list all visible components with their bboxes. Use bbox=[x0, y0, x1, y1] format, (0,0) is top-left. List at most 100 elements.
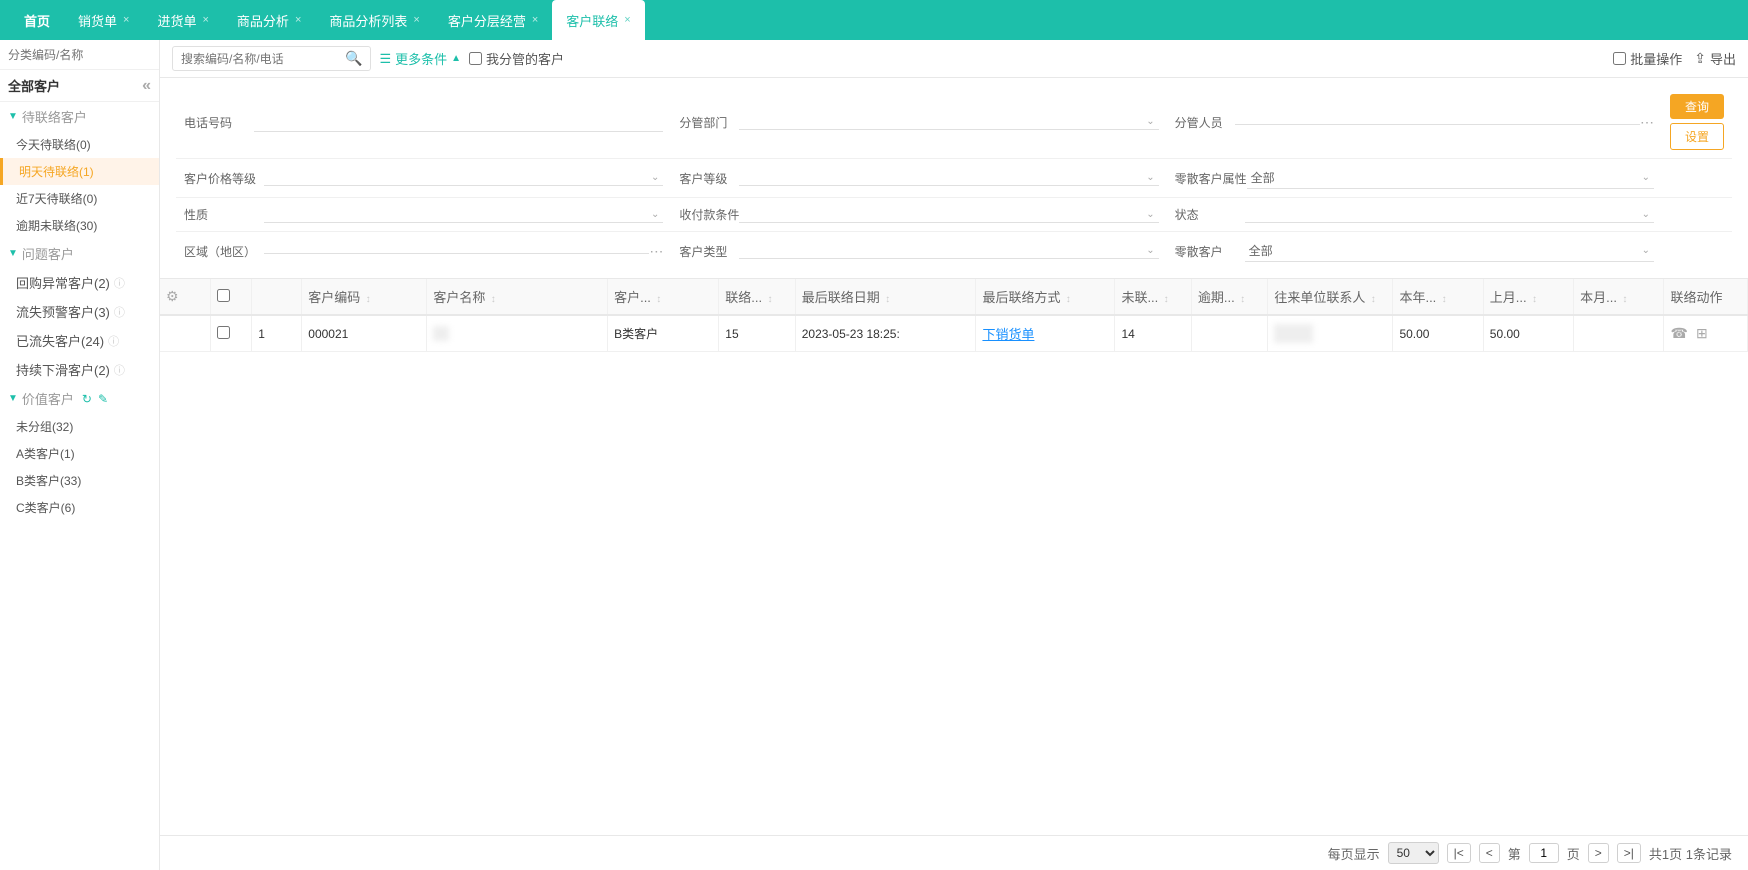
sidebar-item-declining[interactable]: 持续下滑客户(2) ⓘ bbox=[0, 355, 159, 384]
col-last-date-label: 最后联络日期 bbox=[802, 290, 880, 305]
filter-input-manager[interactable] bbox=[1235, 120, 1640, 125]
col-last-way-sort-icon[interactable]: ↕ bbox=[1066, 294, 1071, 305]
help-icon-0[interactable]: ⓘ bbox=[114, 275, 125, 291]
filter-select-status[interactable]: ⌄ bbox=[1245, 207, 1654, 223]
export-btn[interactable]: ⇪ 导出 bbox=[1694, 49, 1736, 68]
nav-tab-5[interactable]: 客户联络 × bbox=[552, 0, 644, 40]
sidebar-item-tomorrow[interactable]: 明天待联络(1) bbox=[0, 158, 159, 185]
filter-select-cust-type[interactable]: ⌄ bbox=[739, 243, 1158, 259]
page-num-input[interactable] bbox=[1529, 843, 1559, 863]
sidebar-search-input[interactable] bbox=[8, 48, 160, 62]
value-edit-icon[interactable]: ✎ bbox=[98, 392, 108, 406]
value-refresh-icon[interactable]: ↻ bbox=[82, 392, 92, 406]
nav-tab-4[interactable]: 客户分层经营 × bbox=[434, 0, 552, 40]
prev-page-btn[interactable]: < bbox=[1479, 843, 1500, 863]
col-lastmonth-sort-icon[interactable]: ↕ bbox=[1532, 294, 1537, 305]
col-code-sort-icon[interactable]: ↕ bbox=[366, 294, 371, 305]
nav-tab-0-close[interactable]: × bbox=[123, 14, 129, 26]
col-thismonth-sort-icon[interactable]: ↕ bbox=[1622, 294, 1627, 305]
sidebar-all-customers[interactable]: 全部客户 « bbox=[0, 70, 159, 102]
nav-home[interactable]: 首页 bbox=[10, 0, 64, 40]
nav-tab-4-close[interactable]: × bbox=[532, 14, 538, 26]
filter-select-cust-level[interactable]: ⌄ bbox=[739, 170, 1158, 186]
filter-select-price-level[interactable]: ⌄ bbox=[264, 170, 663, 186]
col-overdue: 逾期... ↕ bbox=[1191, 279, 1267, 315]
my-customers-checkbox[interactable] bbox=[469, 52, 482, 65]
my-customers-check[interactable]: 我分管的客户 bbox=[469, 49, 564, 68]
row-name[interactable]: Ea bbox=[427, 315, 608, 352]
col-year-sort-icon[interactable]: ↕ bbox=[1371, 294, 1376, 305]
sidebar-collapse-icon[interactable]: « bbox=[142, 77, 151, 95]
filter-cell-dept: 分管部门 ⌄ bbox=[671, 110, 1166, 135]
col-type-sort-icon[interactable]: ↕ bbox=[656, 294, 661, 305]
search-input[interactable] bbox=[181, 52, 341, 66]
select-all-checkbox[interactable] bbox=[217, 289, 230, 302]
help-icon-3[interactable]: ⓘ bbox=[114, 362, 125, 378]
row-check-cell bbox=[210, 315, 252, 352]
table-container[interactable]: ⚙ 客户编码 ↕ 客户名称 ↕ bbox=[160, 279, 1748, 835]
triangle-icon: ▼ bbox=[8, 111, 18, 122]
search-submit-icon[interactable]: 🔍 bbox=[345, 50, 362, 67]
filter-select-nature[interactable]: ⌄ bbox=[264, 207, 663, 223]
sidebar-item-warning[interactable]: 流失预警客户(3) ⓘ bbox=[0, 297, 159, 326]
filter-input-phone[interactable] bbox=[254, 113, 663, 132]
sidebar-item-today[interactable]: 今天待联络(0) bbox=[0, 131, 159, 158]
filter-input-region[interactable] bbox=[264, 249, 649, 254]
col-uncontact-sort-icon[interactable]: ↕ bbox=[1164, 294, 1169, 305]
action-phone-icon[interactable]: ☎ bbox=[1670, 325, 1687, 342]
help-icon-1[interactable]: ⓘ bbox=[114, 304, 125, 320]
nav-tab-3-close[interactable]: × bbox=[413, 14, 419, 26]
filter-inline-label-retail: 全部 bbox=[1251, 169, 1275, 186]
last-page-btn[interactable]: >| bbox=[1617, 843, 1641, 863]
page-label: 第 bbox=[1508, 844, 1521, 863]
col-thisyear-sort-icon[interactable]: ↕ bbox=[1442, 294, 1447, 305]
sidebar-item-7days[interactable]: 近7天待联络(0) bbox=[0, 185, 159, 212]
nav-tab-2-label: 商品分析 bbox=[237, 11, 289, 30]
nav-tab-3[interactable]: 商品分析列表 × bbox=[315, 0, 433, 40]
filter-dots-manager[interactable]: ⋯ bbox=[1640, 114, 1654, 131]
sidebar-item-lost[interactable]: 已流失客户(24) ⓘ bbox=[0, 326, 159, 355]
sidebar-item-overdue[interactable]: 逾期未联络(30) bbox=[0, 212, 159, 239]
row-last-way[interactable]: 下销货单 bbox=[976, 315, 1115, 352]
nav-tab-1[interactable]: 进货单 × bbox=[143, 0, 222, 40]
sidebar-item-ctype[interactable]: C类客户(6) bbox=[0, 494, 159, 521]
col-overdue-sort-icon[interactable]: ↕ bbox=[1240, 294, 1245, 305]
query-btn[interactable]: 查询 bbox=[1670, 94, 1724, 119]
nav-tab-5-close[interactable]: × bbox=[624, 14, 630, 26]
filter-select-retail[interactable]: 全部 ⌄ bbox=[1245, 240, 1654, 262]
filter-select-dept[interactable]: ⌄ bbox=[739, 114, 1158, 130]
settings-btn[interactable]: 设置 bbox=[1670, 123, 1724, 150]
sidebar-item-abnormal[interactable]: 回购异常客户(2) ⓘ bbox=[0, 268, 159, 297]
col-name-sort-icon[interactable]: ↕ bbox=[491, 294, 496, 305]
bulk-op-checkbox[interactable] bbox=[1613, 52, 1626, 65]
nav-tab-2[interactable]: 商品分析 × bbox=[223, 0, 315, 40]
row-checkbox[interactable] bbox=[217, 326, 230, 339]
nav-tab-0[interactable]: 销货单 × bbox=[64, 0, 143, 40]
per-page-select[interactable]: 50 100 200 bbox=[1388, 842, 1439, 864]
filter-select-payment[interactable]: ⌄ bbox=[739, 207, 1158, 223]
sidebar-item-ungrouped[interactable]: 未分组(32) bbox=[0, 413, 159, 440]
first-page-btn[interactable]: |< bbox=[1447, 843, 1471, 863]
nav-tab-2-close[interactable]: × bbox=[295, 14, 301, 26]
filter-select-retail-attr[interactable]: 全部 ⌄ bbox=[1247, 167, 1654, 189]
my-customers-label: 我分管的客户 bbox=[486, 49, 564, 68]
nav-tab-1-close[interactable]: × bbox=[202, 14, 208, 26]
col-name: 客户名称 ↕ bbox=[427, 279, 608, 315]
bulk-op-btn[interactable]: 批量操作 bbox=[1613, 49, 1682, 68]
help-icon-2[interactable]: ⓘ bbox=[108, 333, 119, 349]
filter-label-cust-type: 客户类型 bbox=[679, 243, 739, 260]
next-page-btn[interactable]: > bbox=[1588, 843, 1609, 863]
col-contact-sort-icon[interactable]: ↕ bbox=[767, 294, 772, 305]
col-no bbox=[252, 279, 302, 315]
chevron-dept-icon: ⌄ bbox=[1146, 116, 1154, 127]
filter-more-btn[interactable]: ☰ 更多条件 ▲ bbox=[379, 49, 461, 68]
col-last-date-sort-icon[interactable]: ↕ bbox=[885, 294, 890, 305]
sidebar-item-atype[interactable]: A类客户(1) bbox=[0, 440, 159, 467]
filter-cell-nature: 性质 ⌄ bbox=[176, 202, 671, 227]
filter-dots-region[interactable]: ⋯ bbox=[649, 243, 663, 260]
last-way-link[interactable]: 下销货单 bbox=[982, 327, 1034, 342]
row-overdue bbox=[1191, 315, 1267, 352]
sidebar-item-btype[interactable]: B类客户(33) bbox=[0, 467, 159, 494]
settings-gear-icon[interactable]: ⚙ bbox=[166, 288, 179, 304]
action-grid-icon[interactable]: ⊞ bbox=[1696, 325, 1708, 342]
